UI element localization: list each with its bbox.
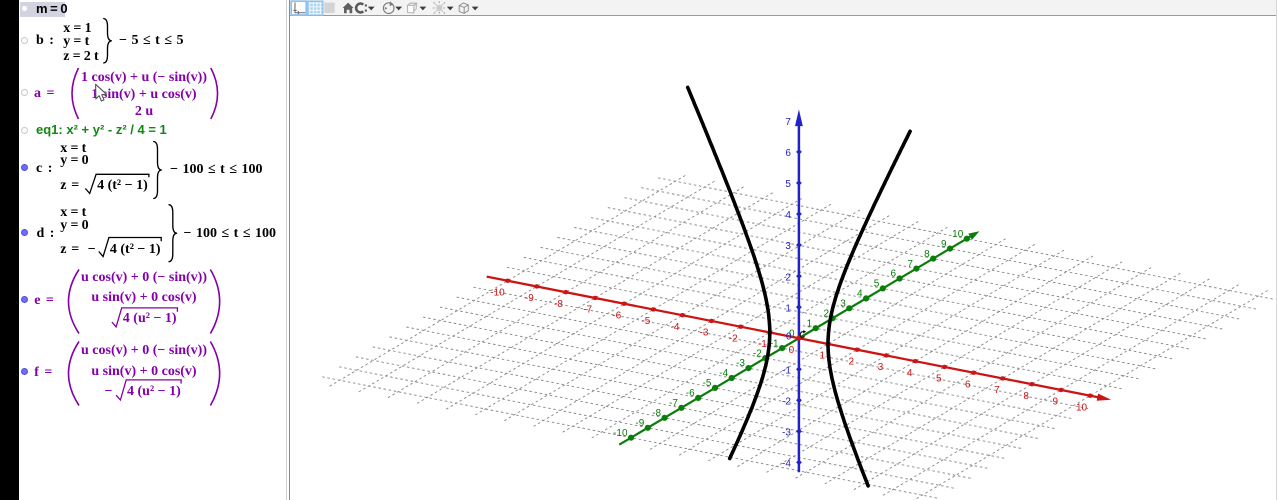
svg-text:7: 7: [785, 117, 791, 128]
svg-text:-3: -3: [782, 428, 791, 439]
svg-text:-5: -5: [641, 316, 650, 327]
svg-text:-4: -4: [719, 368, 728, 379]
svg-text:10: 10: [1076, 402, 1088, 413]
svg-text:2: 2: [849, 356, 855, 367]
svg-text:6: 6: [785, 148, 791, 159]
svg-text:2: 2: [823, 309, 829, 320]
svg-text:3: 3: [840, 299, 846, 310]
svg-text:-1: -1: [782, 365, 791, 376]
svg-text:-3: -3: [736, 358, 745, 369]
svg-text:-2: -2: [782, 397, 791, 408]
svg-text:6: 6: [965, 379, 971, 390]
svg-text:-9: -9: [635, 418, 644, 429]
svg-text:2: 2: [785, 272, 791, 283]
svg-text:8: 8: [1023, 391, 1029, 402]
svg-text:3: 3: [785, 241, 791, 252]
svg-text:-2: -2: [729, 333, 738, 344]
svg-text:-7: -7: [583, 305, 592, 316]
svg-text:3: 3: [878, 362, 884, 373]
svg-text:-6: -6: [612, 310, 621, 321]
svg-text:5: 5: [785, 179, 791, 190]
svg-text:-3: -3: [700, 328, 709, 339]
svg-text:-6: -6: [686, 388, 695, 399]
svg-text:-5: -5: [703, 378, 712, 389]
svg-text:-2: -2: [753, 348, 762, 359]
svg-text:-4: -4: [782, 459, 791, 470]
svg-text:9: 9: [941, 239, 947, 250]
svg-text:5: 5: [874, 279, 880, 290]
svg-text:8: 8: [924, 249, 930, 260]
svg-text:4: 4: [785, 210, 791, 221]
svg-text:-8: -8: [554, 299, 563, 310]
svg-text:9: 9: [1052, 397, 1058, 408]
svg-text:7: 7: [994, 385, 1000, 396]
svg-text:1: 1: [785, 303, 791, 314]
svg-text:-10: -10: [490, 287, 505, 298]
svg-text:0: 0: [786, 331, 792, 342]
svg-text:7: 7: [907, 259, 913, 270]
svg-text:0: 0: [789, 345, 795, 356]
svg-text:-10: -10: [613, 428, 628, 439]
svg-text:6: 6: [891, 269, 897, 280]
svg-text:1: 1: [807, 318, 813, 329]
svg-text:-4: -4: [670, 322, 679, 333]
svg-text:10: 10: [952, 229, 964, 240]
svg-text:5: 5: [936, 374, 942, 385]
svg-text:-9: -9: [525, 293, 534, 304]
svg-text:-7: -7: [669, 398, 678, 409]
svg-text:4: 4: [857, 289, 863, 300]
svg-text:1: 1: [819, 351, 825, 362]
svg-text:4: 4: [907, 368, 913, 379]
svg-text:-8: -8: [652, 408, 661, 419]
